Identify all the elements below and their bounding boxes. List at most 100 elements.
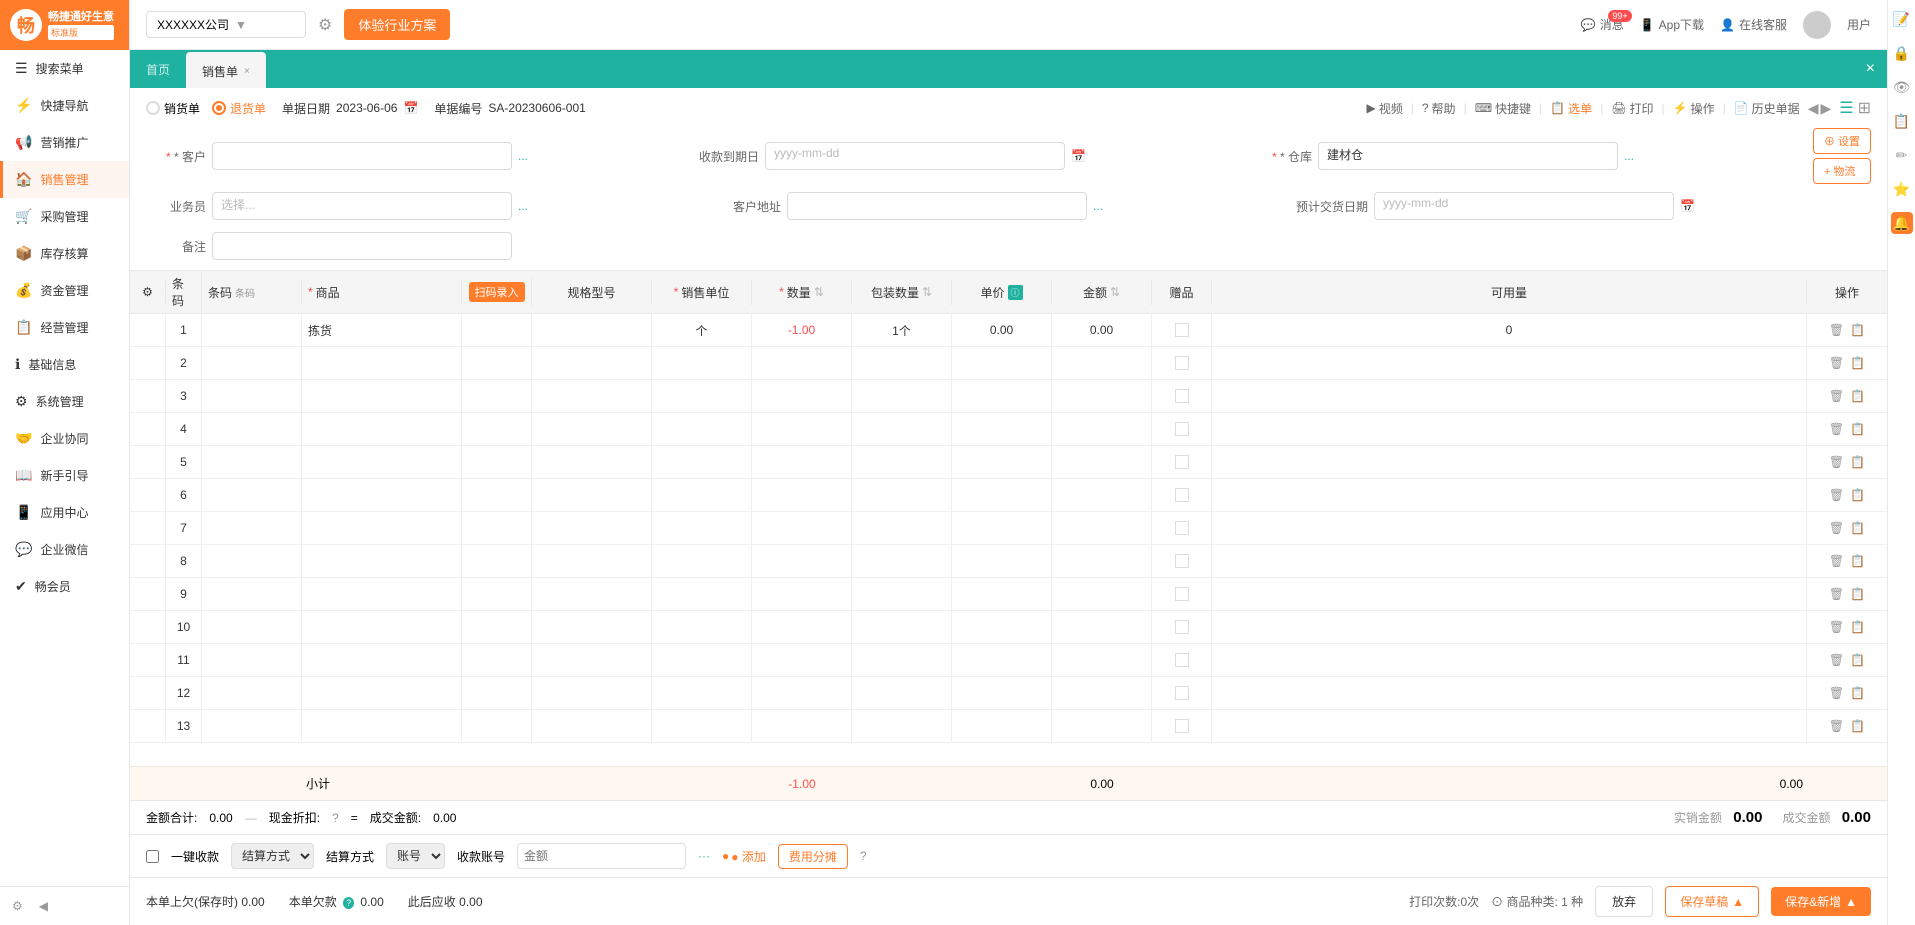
cell-unit[interactable]: [652, 677, 752, 709]
gift-checkbox[interactable]: [1175, 455, 1189, 469]
cell-price[interactable]: [952, 479, 1052, 511]
cell-gift[interactable]: [1152, 446, 1212, 478]
sidebar-item-quick-nav[interactable]: ⚡ 快捷导航: [0, 87, 129, 124]
sidebar-item-enterprise[interactable]: 🤝 企业协同: [0, 420, 129, 457]
cell-barcode[interactable]: [202, 479, 302, 511]
cell-barcode[interactable]: [202, 644, 302, 676]
warehouse-more-btn[interactable]: ...: [1624, 149, 1634, 163]
cell-qty[interactable]: [752, 710, 852, 742]
cell-barcode[interactable]: [202, 347, 302, 379]
cell-amount[interactable]: [1052, 413, 1152, 445]
salesperson-more-btn[interactable]: ...: [518, 199, 528, 213]
cell-price[interactable]: [952, 578, 1052, 610]
cell-spec[interactable]: [532, 677, 652, 709]
cell-gift[interactable]: [1152, 578, 1212, 610]
copy-icon[interactable]: 📋: [1850, 620, 1865, 634]
delete-icon[interactable]: 🗑: [1829, 323, 1844, 337]
list-view-btn[interactable]: ☰: [1839, 98, 1853, 118]
cell-spec[interactable]: [532, 710, 652, 742]
gift-checkbox[interactable]: [1175, 488, 1189, 502]
cell-spec[interactable]: [532, 644, 652, 676]
tab-sales-order[interactable]: 销售单 ×: [186, 52, 266, 90]
cell-pack[interactable]: [852, 512, 952, 544]
cell-barcode[interactable]: [202, 578, 302, 610]
cell-barcode[interactable]: [202, 545, 302, 577]
cell-spec[interactable]: [532, 512, 652, 544]
copy-icon[interactable]: 📋: [1850, 554, 1865, 568]
cell-price[interactable]: [952, 512, 1052, 544]
cell-amount[interactable]: [1052, 644, 1152, 676]
cell-spec[interactable]: [532, 314, 652, 346]
toolbar-operate-btn[interactable]: ⚡ 操作: [1673, 100, 1715, 117]
customer-address-more-btn[interactable]: ...: [1093, 199, 1103, 213]
sidebar-item-system[interactable]: ⚙ 系统管理: [0, 383, 129, 420]
cell-barcode[interactable]: [202, 512, 302, 544]
one-click-checkbox[interactable]: [146, 850, 159, 863]
cell-barcode[interactable]: [202, 446, 302, 478]
cell-qty[interactable]: [752, 611, 852, 643]
toolbar-shortcut-btn[interactable]: ⌨ 快捷键: [1475, 100, 1531, 117]
right-panel-btn-2[interactable]: 🔒: [1891, 42, 1913, 64]
cell-pack[interactable]: [852, 380, 952, 412]
cell-spec[interactable]: [532, 413, 652, 445]
settings-gear-icon[interactable]: ⚙: [318, 15, 332, 35]
right-panel-btn-7[interactable]: 🔔: [1891, 212, 1913, 234]
cell-unit[interactable]: [652, 479, 752, 511]
gift-checkbox[interactable]: [1175, 323, 1189, 337]
cell-pack[interactable]: [852, 446, 952, 478]
cell-product[interactable]: [302, 677, 462, 709]
cell-amount[interactable]: [1052, 380, 1152, 412]
cell-pack[interactable]: [852, 644, 952, 676]
cell-spec[interactable]: [532, 479, 652, 511]
cell-gift[interactable]: [1152, 545, 1212, 577]
calc-method-select[interactable]: 结算方式: [231, 843, 314, 869]
copy-icon[interactable]: 📋: [1850, 488, 1865, 502]
cell-product[interactable]: [302, 479, 462, 511]
cell-gift[interactable]: [1152, 380, 1212, 412]
cell-gift[interactable]: [1152, 710, 1212, 742]
nav-prev-icon[interactable]: ◀: [1808, 100, 1819, 117]
payment-more-btn[interactable]: ···: [698, 849, 710, 863]
cell-unit[interactable]: [652, 413, 752, 445]
sidebar-item-sales[interactable]: 🏠 销售管理: [0, 161, 129, 198]
cell-spec[interactable]: [532, 347, 652, 379]
cell-qty[interactable]: [752, 347, 852, 379]
save-new-button[interactable]: 保存&新增 ▲: [1771, 887, 1871, 916]
cell-unit[interactable]: [652, 545, 752, 577]
radio-circle-sales[interactable]: [146, 101, 160, 115]
cell-price[interactable]: [952, 413, 1052, 445]
cell-amount[interactable]: [1052, 512, 1152, 544]
delete-icon[interactable]: 🗑: [1829, 389, 1844, 403]
cell-gift[interactable]: [1152, 677, 1212, 709]
sidebar-item-member[interactable]: ✔ 畅会员: [0, 568, 129, 605]
expected-delivery-input[interactable]: yyyy-mm-dd: [1374, 192, 1674, 220]
copy-icon[interactable]: 📋: [1850, 389, 1865, 403]
cell-amount[interactable]: [1052, 611, 1152, 643]
due-date-input[interactable]: yyyy-mm-dd: [765, 142, 1065, 170]
gift-checkbox[interactable]: [1175, 554, 1189, 568]
cell-amount[interactable]: [1052, 446, 1152, 478]
cell-barcode[interactable]: [202, 413, 302, 445]
sidebar-item-basics[interactable]: ℹ 基础信息: [0, 346, 129, 383]
delete-icon[interactable]: 🗑: [1829, 653, 1844, 667]
radio-circle-return[interactable]: [212, 101, 226, 115]
message-button[interactable]: 💬 消息 99+: [1581, 16, 1624, 33]
cell-unit[interactable]: [652, 578, 752, 610]
cell-qty[interactable]: [752, 446, 852, 478]
cell-amount[interactable]: [1052, 545, 1152, 577]
cell-gift[interactable]: [1152, 512, 1212, 544]
cell-spec[interactable]: [532, 611, 652, 643]
delete-icon[interactable]: 🗑: [1829, 686, 1844, 700]
copy-icon[interactable]: 📋: [1850, 356, 1865, 370]
gift-checkbox[interactable]: [1175, 422, 1189, 436]
gift-checkbox[interactable]: [1175, 587, 1189, 601]
cell-amount[interactable]: [1052, 710, 1152, 742]
cell-gift[interactable]: [1152, 644, 1212, 676]
cell-qty[interactable]: [752, 545, 852, 577]
user-avatar[interactable]: [1803, 11, 1831, 39]
customer-input[interactable]: [212, 142, 512, 170]
delete-icon[interactable]: 🗑: [1829, 521, 1844, 535]
cell-amount[interactable]: [1052, 479, 1152, 511]
salesperson-input[interactable]: 选择...: [212, 192, 512, 220]
discard-button[interactable]: 放弃: [1595, 886, 1653, 917]
